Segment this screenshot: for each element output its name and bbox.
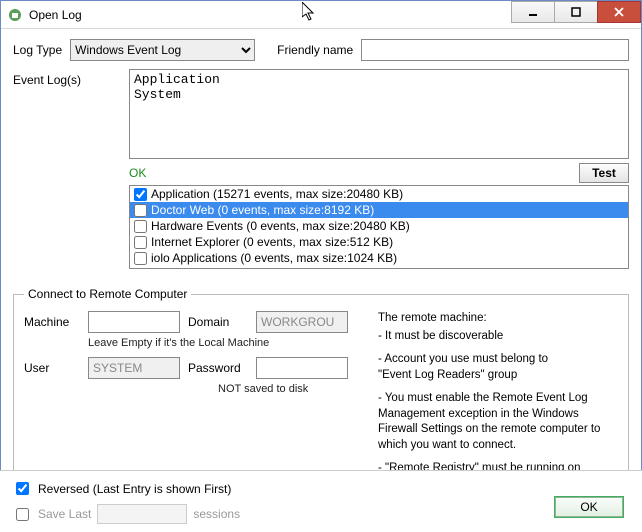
user-input[interactable]: [88, 357, 180, 379]
remote-info-3: - You must enable the Remote Event Log M…: [378, 391, 618, 453]
eventlogs-label: Event Log(s): [13, 69, 121, 87]
status-ok: OK: [129, 166, 579, 180]
machine-hint: Leave Empty if it's the Local Machine: [88, 337, 364, 349]
savelast-label[interactable]: Save Last: [38, 507, 91, 521]
minimize-button[interactable]: [511, 1, 555, 23]
log-item-checkbox[interactable]: [134, 188, 147, 201]
remote-info-1: - It must be discoverable: [378, 329, 618, 345]
sessions-input[interactable]: [97, 504, 187, 524]
password-label: Password: [188, 361, 248, 375]
domain-label: Domain: [188, 315, 248, 329]
test-button[interactable]: Test: [579, 163, 629, 183]
remote-info-heading: The remote machine:: [378, 311, 618, 327]
window-buttons: [512, 1, 641, 28]
remote-info-2: - Account you use must belong to "Event …: [378, 352, 618, 383]
log-list-item[interactable]: Hardware Events (0 events, max size:2048…: [130, 218, 628, 234]
close-button[interactable]: [597, 1, 641, 23]
eventlogs-textarea[interactable]: Application System: [129, 69, 629, 159]
log-list-item[interactable]: Doctor Web (0 events, max size:8192 KB): [130, 202, 628, 218]
log-list-item[interactable]: Application (15271 events, max size:2048…: [130, 186, 628, 202]
log-item-label: iolo Applications (0 events, max size:10…: [151, 251, 397, 265]
log-item-label: Application (15271 events, max size:2048…: [151, 187, 403, 201]
password-input[interactable]: [256, 357, 348, 379]
reversed-checkbox[interactable]: [16, 482, 29, 495]
sessions-label: sessions: [193, 507, 240, 521]
log-item-checkbox[interactable]: [134, 252, 147, 265]
machine-input[interactable]: [88, 311, 180, 333]
user-label: User: [24, 361, 80, 375]
maximize-button[interactable]: [554, 1, 598, 23]
log-list-item[interactable]: Internet Explorer (0 events, max size:51…: [130, 234, 628, 250]
friendly-label: Friendly name: [277, 43, 353, 57]
logtype-label: Log Type: [13, 43, 62, 57]
domain-input[interactable]: [256, 311, 348, 333]
log-item-checkbox[interactable]: [134, 204, 147, 217]
machine-label: Machine: [24, 315, 80, 329]
log-item-checkbox[interactable]: [134, 236, 147, 249]
friendly-input[interactable]: [361, 39, 629, 61]
log-item-label: Doctor Web (0 events, max size:8192 KB): [151, 203, 374, 217]
ok-button[interactable]: OK: [554, 496, 624, 518]
log-item-label: Hardware Events (0 events, max size:2048…: [151, 219, 410, 233]
log-list[interactable]: Application (15271 events, max size:2048…: [129, 185, 629, 269]
window-title: Open Log: [29, 8, 512, 22]
titlebar: Open Log: [1, 1, 641, 29]
log-list-item[interactable]: iolo Applications (0 events, max size:10…: [130, 250, 628, 266]
logtype-select[interactable]: Windows Event Log: [70, 39, 255, 61]
log-item-checkbox[interactable]: [134, 220, 147, 233]
password-hint: NOT saved to disk: [218, 383, 364, 395]
remote-legend: Connect to Remote Computer: [24, 287, 191, 301]
log-item-label: Internet Explorer (0 events, max size:51…: [151, 235, 393, 249]
app-icon: [7, 7, 23, 23]
reversed-label[interactable]: Reversed (Last Entry is shown First): [38, 482, 231, 496]
savelast-checkbox[interactable]: [16, 508, 29, 521]
bottom-bar: Reversed (Last Entry is shown First) Sav…: [0, 470, 642, 532]
